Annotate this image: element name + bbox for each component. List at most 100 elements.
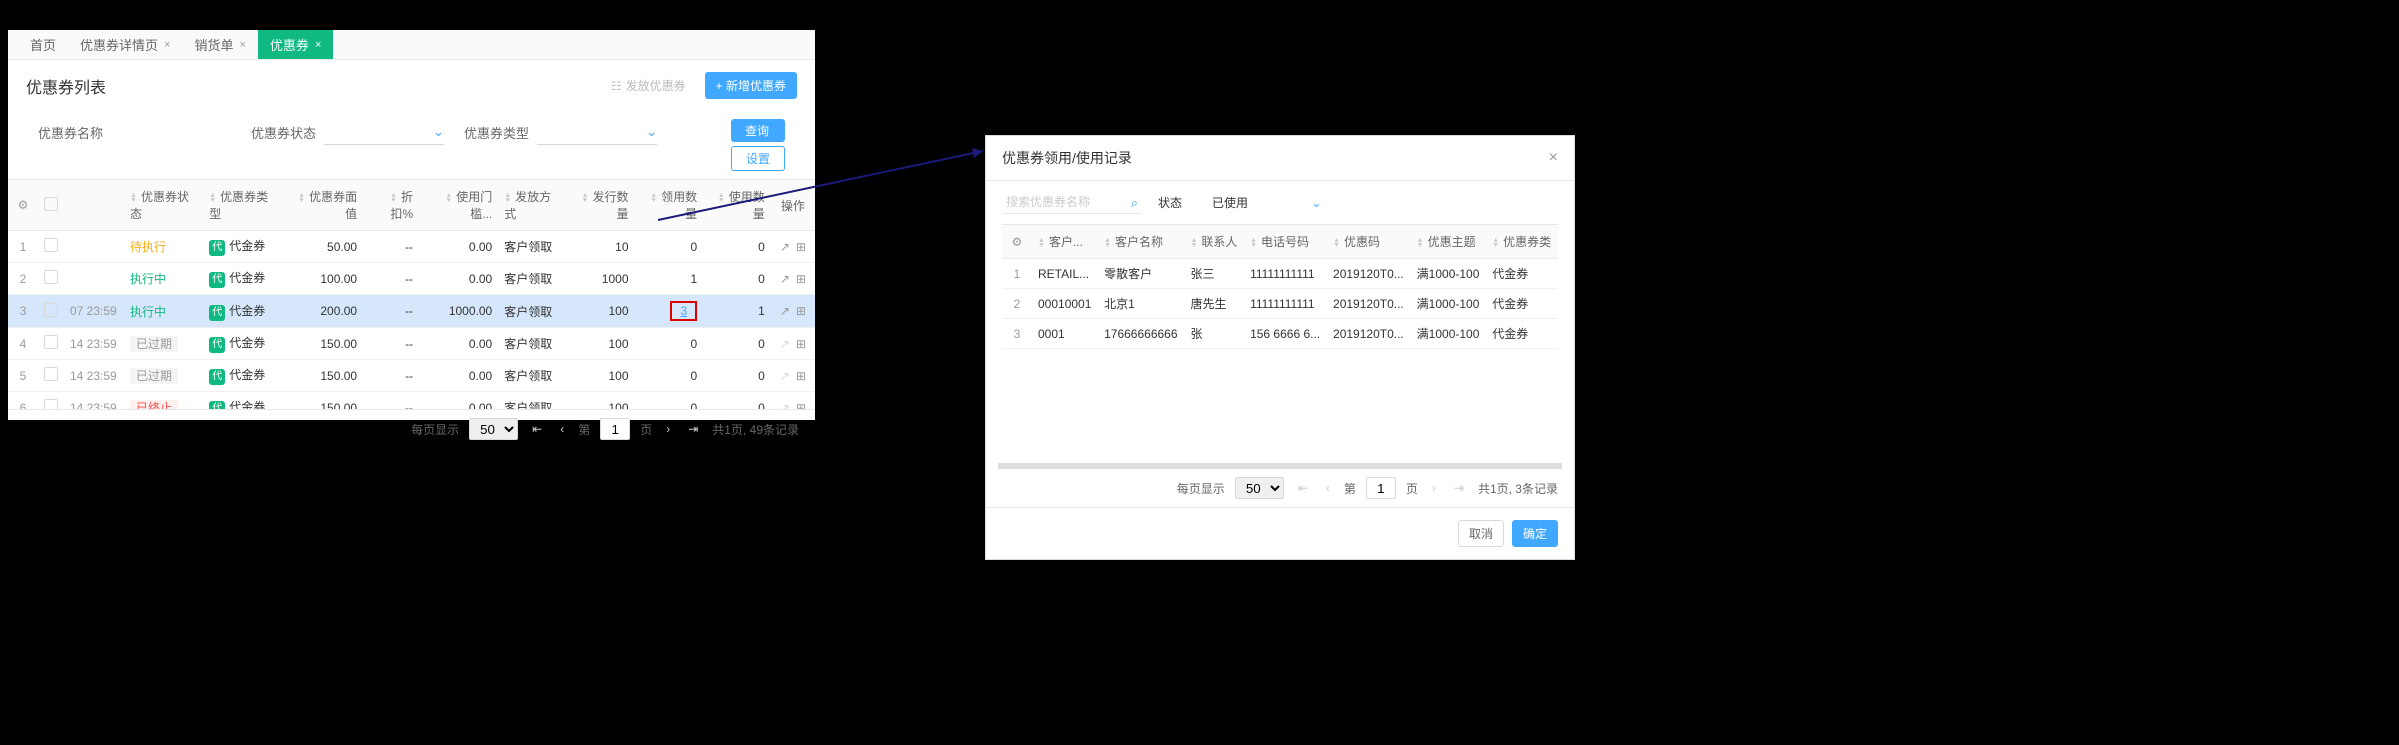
external-link-icon[interactable]: ↗ <box>780 240 790 254</box>
table-row[interactable]: 6 14 23:59 已终止 代代金券 150.00 -- 0.00 客户领取 … <box>8 392 815 410</box>
confirm-button[interactable]: 确定 <box>1512 520 1558 547</box>
coupon-table: ⚙ ▲▼优惠券状态 ▲▼优惠券类型 ▲▼优惠券面值 ▲▼折扣% ▲▼使用门槛..… <box>8 179 815 409</box>
status-badge: 执行中 <box>130 305 166 319</box>
status-badge: 待执行 <box>130 240 166 254</box>
prev-page-icon[interactable]: ‹ <box>556 422 568 436</box>
row-checkbox[interactable] <box>44 238 58 252</box>
modal-search-input[interactable] <box>1002 191 1142 214</box>
tab-coupon-detail[interactable]: 优惠券详情页× <box>68 30 182 59</box>
tab-sales-order[interactable]: 销货单× <box>182 30 257 59</box>
sort-icon[interactable]: ▲▼ <box>650 193 657 203</box>
first-page-icon[interactable]: ⇤ <box>528 422 546 436</box>
table-row[interactable]: 3 0001 17666666666 张 156 6666 6... 20191… <box>1002 319 1558 349</box>
coupon-table-container[interactable]: ⚙ ▲▼优惠券状态 ▲▼优惠券类型 ▲▼优惠券面值 ▲▼折扣% ▲▼使用门槛..… <box>8 179 815 409</box>
modal-pagination: 每页显示 50 ⇤ ‹ 第 页 › ⇥ 共1页, 3条记录 <box>986 469 1574 507</box>
main-panel: 首页 优惠券详情页× 销货单× 优惠券× 优惠券列表 ☷ 发放优惠券 + 新增优… <box>8 30 815 420</box>
per-page-select[interactable]: 50 <box>469 418 518 440</box>
sort-icon[interactable]: ▲▼ <box>209 193 216 203</box>
add-coupon-button[interactable]: + 新增优惠券 <box>705 72 797 99</box>
external-link-icon: ↗ <box>780 337 790 351</box>
close-icon[interactable]: × <box>239 39 245 51</box>
tab-home[interactable]: 首页 <box>18 30 68 59</box>
settings-button[interactable]: 设置 <box>731 146 785 171</box>
sort-icon[interactable]: ▲▼ <box>298 193 305 203</box>
table-row[interactable]: 3 07 23:59 执行中 代代金券 200.00 -- 1000.00 客户… <box>8 295 815 328</box>
sort-icon[interactable]: ▲▼ <box>445 193 452 203</box>
tab-coupon[interactable]: 优惠券× <box>258 30 333 59</box>
external-link-icon[interactable]: ↗ <box>780 304 790 318</box>
type-badge-icon: 代 <box>209 337 225 353</box>
next-page-icon[interactable]: › <box>662 422 674 436</box>
modal-status-select[interactable]: 已使用 ⌄ <box>1212 194 1321 211</box>
row-checkbox[interactable] <box>44 270 58 284</box>
cancel-button[interactable]: 取消 <box>1458 520 1504 547</box>
page-input[interactable] <box>600 418 630 440</box>
last-page-icon[interactable]: ⇥ <box>1450 481 1468 495</box>
table-row[interactable]: 4 14 23:59 已过期 代代金券 150.00 -- 0.00 客户领取 … <box>8 328 815 360</box>
usage-table: ⚙ ▲▼客户... ▲▼客户名称 ▲▼联系人 ▲▼电话号码 ▲▼优惠码 ▲▼优惠… <box>1002 224 1558 349</box>
table-row[interactable]: 5 14 23:59 已过期 代代金券 150.00 -- 0.00 客户领取 … <box>8 360 815 392</box>
type-badge-icon: 代 <box>209 401 225 409</box>
table-header-row: ⚙ ▲▼优惠券状态 ▲▼优惠券类型 ▲▼优惠券面值 ▲▼折扣% ▲▼使用门槛..… <box>8 180 815 231</box>
search-button[interactable]: 查询 <box>731 119 785 142</box>
issue-coupon-button: ☷ 发放优惠券 <box>600 72 697 99</box>
sort-icon[interactable]: ▲▼ <box>1104 238 1111 248</box>
table-row[interactable]: 1 RETAIL... 零散客户 张三 11111111111 2019120T… <box>1002 259 1558 289</box>
filter-type-select[interactable]: ⌄ <box>537 119 657 145</box>
modal-per-page-select[interactable]: 50 <box>1235 477 1284 499</box>
select-all-checkbox[interactable] <box>44 197 58 211</box>
table-row[interactable]: 2 00010001 北京1 唐先生 11111111111 2019120T0… <box>1002 289 1558 319</box>
sort-icon[interactable]: ▲▼ <box>582 193 589 203</box>
sort-icon[interactable]: ▲▼ <box>1333 238 1340 248</box>
close-icon[interactable]: × <box>315 39 321 51</box>
qrcode-icon[interactable]: ⊞ <box>796 337 806 351</box>
modal-page-input[interactable] <box>1366 477 1396 499</box>
sort-icon[interactable]: ▲▼ <box>504 193 511 203</box>
sort-icon[interactable]: ▲▼ <box>718 193 725 203</box>
search-icon[interactable]: ⌕ <box>1131 195 1138 211</box>
status-badge: 执行中 <box>130 272 166 286</box>
sort-icon[interactable]: ▲▼ <box>130 193 137 203</box>
qrcode-icon[interactable]: ⊞ <box>796 401 806 410</box>
qrcode-icon[interactable]: ⊞ <box>796 304 806 318</box>
prev-page-icon[interactable]: ‹ <box>1322 481 1334 495</box>
first-page-icon[interactable]: ⇤ <box>1294 481 1312 495</box>
status-badge: 已终止 <box>130 400 178 409</box>
sort-icon[interactable]: ▲▼ <box>390 193 397 203</box>
gear-icon[interactable]: ⚙ <box>18 198 29 212</box>
row-checkbox[interactable] <box>44 335 58 349</box>
table-row[interactable]: 1 待执行 代代金券 50.00 -- 0.00 客户领取 10 0 0 ↗⊞ <box>8 231 815 263</box>
filter-status-label: 优惠券状态 <box>251 123 316 142</box>
qrcode-icon[interactable]: ⊞ <box>796 272 806 286</box>
sort-icon[interactable]: ▲▼ <box>1038 238 1045 248</box>
qrcode-icon[interactable]: ⊞ <box>796 369 806 383</box>
close-icon[interactable]: × <box>1549 149 1558 167</box>
pagination: 每页显示 50 ⇤ ‹ 第 页 › ⇥ 共1页, 49条记录 <box>8 409 815 448</box>
external-link-icon: ↗ <box>780 369 790 383</box>
row-checkbox[interactable] <box>44 303 58 317</box>
row-checkbox[interactable] <box>44 399 58 409</box>
sort-icon[interactable]: ▲▼ <box>1250 238 1257 248</box>
close-icon[interactable]: × <box>164 39 170 51</box>
gear-icon[interactable]: ⚙ <box>1012 235 1023 249</box>
usage-record-modal: 优惠券领用/使用记录 × ⌕ 状态 已使用 ⌄ ⚙ ▲▼客户... ▲▼客户名称… <box>985 135 1575 560</box>
filter-name-label: 优惠券名称 <box>38 123 103 142</box>
per-page-label: 每页显示 <box>411 421 459 438</box>
external-link-icon: ↗ <box>780 401 790 410</box>
filter-status-select[interactable]: ⌄ <box>324 119 444 145</box>
chevron-down-icon: ⌄ <box>646 124 657 140</box>
filter-bar: 优惠券名称 优惠券状态 ⌄ 优惠券类型 ⌄ 查询 设置 <box>8 111 815 179</box>
claimed-count-link[interactable]: 3 <box>670 301 697 321</box>
row-checkbox[interactable] <box>44 367 58 381</box>
next-page-icon[interactable]: › <box>1428 481 1440 495</box>
sort-icon[interactable]: ▲▼ <box>1190 238 1197 248</box>
page-summary: 共1页, 49条记录 <box>712 421 799 438</box>
last-page-icon[interactable]: ⇥ <box>684 422 702 436</box>
filter-name-input[interactable] <box>111 119 231 145</box>
sort-icon[interactable]: ▲▼ <box>1492 238 1499 248</box>
external-link-icon[interactable]: ↗ <box>780 272 790 286</box>
qrcode-icon[interactable]: ⊞ <box>796 240 806 254</box>
tab-bar: 首页 优惠券详情页× 销货单× 优惠券× <box>8 30 815 60</box>
sort-icon[interactable]: ▲▼ <box>1417 238 1424 248</box>
table-row[interactable]: 2 执行中 代代金券 100.00 -- 0.00 客户领取 1000 1 0 … <box>8 263 815 295</box>
